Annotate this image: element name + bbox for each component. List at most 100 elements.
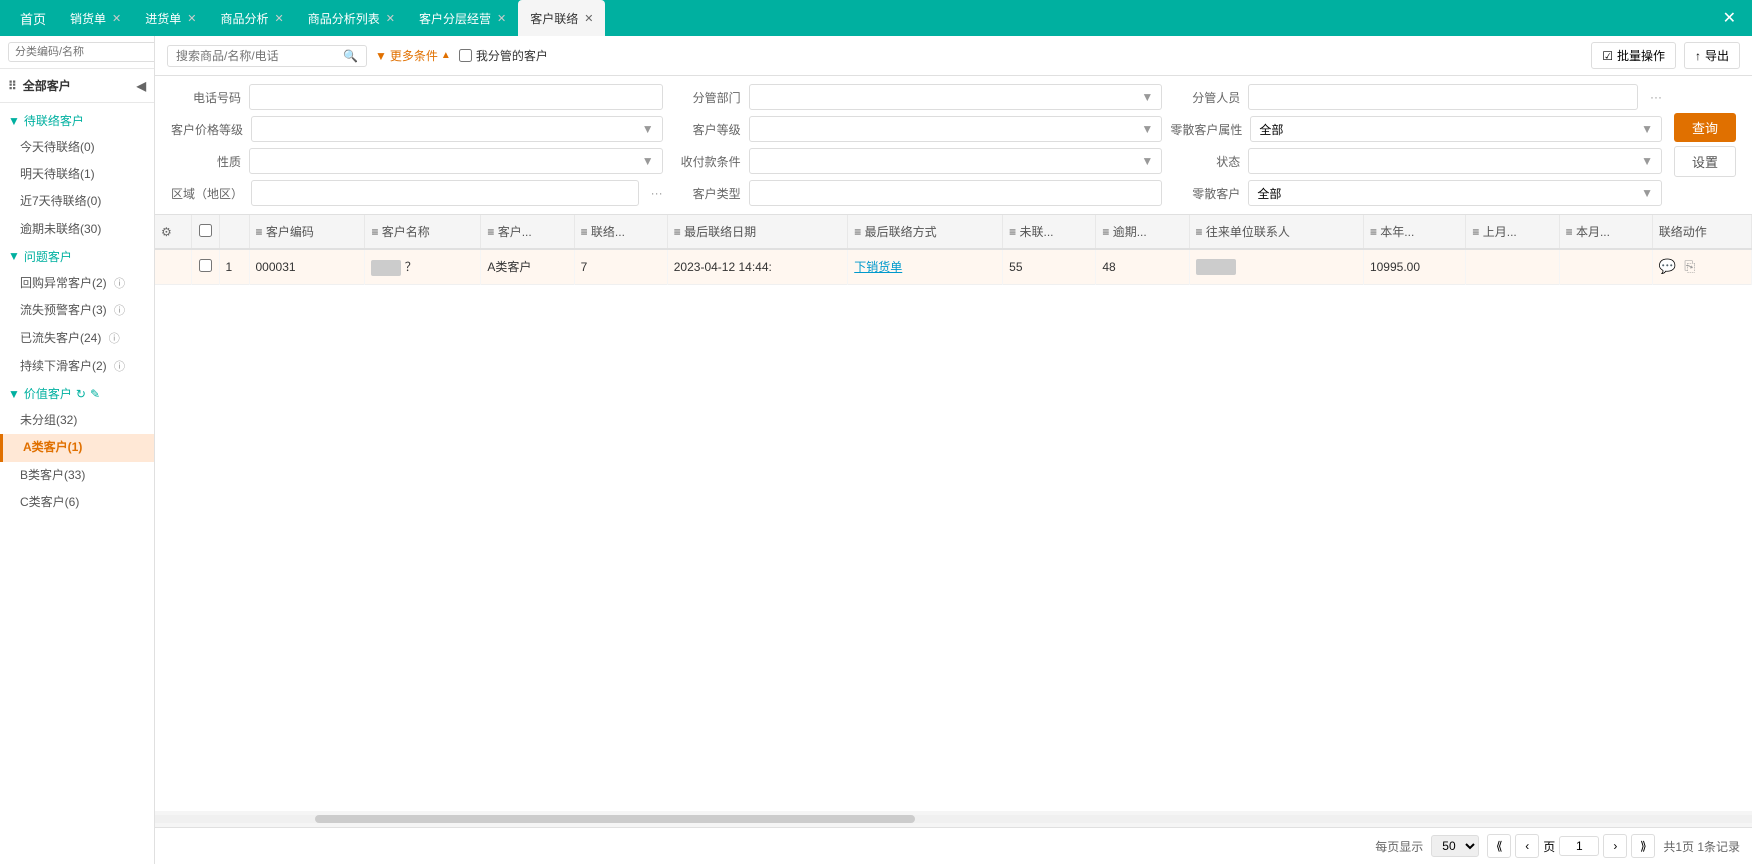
row-settings-cell: [155, 249, 191, 284]
refresh-icon-value[interactable]: ↻: [76, 387, 86, 401]
sidebar-item-repurchase-abnormal[interactable]: 回购异常客户(2) ⓘ: [0, 270, 154, 298]
close-tab-0[interactable]: ✕: [112, 12, 121, 25]
row-action-cell: 💬 ⎘: [1652, 249, 1751, 284]
search-icon[interactable]: 🔍: [343, 49, 358, 63]
sidebar-item-7days[interactable]: 近7天待联络(0): [0, 188, 154, 215]
export-button[interactable]: ↑ 导出: [1684, 42, 1740, 69]
sidebar-group-value[interactable]: ▼ 价值客户 ↻ ✎: [0, 380, 154, 407]
table-settings-icon[interactable]: ⚙: [161, 225, 172, 239]
filter-col-customer-type: 客户类型: [671, 180, 1163, 206]
sidebar-item-churn-warning[interactable]: 流失预警客户(3) ⓘ: [0, 297, 154, 325]
status-select[interactable]: ▼: [1248, 148, 1662, 174]
advanced-filter: 电话号码 分管部门 ▼ 分管人员: [155, 76, 1752, 215]
close-tab-4[interactable]: ✕: [497, 12, 506, 25]
per-page-select[interactable]: 50: [1431, 835, 1479, 857]
close-tab-5[interactable]: ✕: [584, 12, 593, 25]
payment-select[interactable]: ▼: [749, 148, 1163, 174]
filter-col-status: 状态 ▼: [1170, 148, 1662, 174]
row-name-extra: ？: [405, 260, 417, 274]
sidebar-item-tomorrow[interactable]: 明天待联络(1): [0, 161, 154, 188]
share-icon[interactable]: ⎘: [1684, 258, 1695, 275]
select-all-checkbox[interactable]: [199, 224, 212, 237]
nav-home[interactable]: 首页: [8, 0, 58, 36]
horizontal-scrollbar-thumb[interactable]: [315, 815, 915, 823]
sidebar-item-a-class[interactable]: A类客户(1): [0, 434, 154, 461]
sidebar-search-input[interactable]: [8, 42, 155, 62]
retail-arrow-icon: ▼: [1641, 186, 1653, 200]
customer-type-input[interactable]: [749, 180, 1163, 206]
current-page-input[interactable]: [1559, 836, 1599, 856]
edit-icon-value[interactable]: ✎: [90, 387, 100, 401]
row-checkbox[interactable]: [199, 259, 212, 272]
price-level-select[interactable]: ▼: [251, 116, 663, 142]
dept-select[interactable]: ▼: [749, 84, 1163, 110]
retail-select[interactable]: 全部 ▼: [1248, 180, 1662, 206]
my-customers-filter: 我分管的客户: [459, 47, 548, 64]
all-customers-label: 全部客户: [23, 77, 71, 94]
batch-ops-button[interactable]: ☑ 批量操作: [1591, 42, 1676, 69]
filter-bar: 🔍 ▼ 更多条件 ▲ 我分管的客户 ☑ 批量操作 ↑ 导出: [155, 36, 1752, 76]
prev-page-btn[interactable]: ‹: [1515, 834, 1539, 858]
person-input[interactable]: [1248, 84, 1638, 110]
filter-row-2: 客户价格等级 ▼ 客户等级 ▼: [171, 116, 1662, 142]
row-category-cell: A类客户: [481, 249, 574, 284]
row-index-cell: 1: [219, 249, 249, 284]
sidebar-divider-1: [0, 102, 154, 103]
sidebar-group-pending[interactable]: ▼ 待联络客户: [0, 107, 154, 134]
phone-input[interactable]: [249, 84, 663, 110]
last-method-link[interactable]: 下销货单: [854, 260, 902, 274]
retail-attr-select[interactable]: 全部 ▼: [1250, 116, 1662, 142]
close-window-icon[interactable]: ✕: [1715, 8, 1744, 28]
nav-tab-salesperson[interactable]: 销货单 ✕: [58, 0, 133, 36]
region-input[interactable]: [251, 180, 639, 206]
sidebar-item-c-class[interactable]: C类客户(6): [0, 489, 154, 516]
sidebar-item-unclassified[interactable]: 未分组(32): [0, 407, 154, 434]
customer-level-select[interactable]: ▼: [749, 116, 1163, 142]
sidebar-group-problem[interactable]: ▼ 问题客户: [0, 243, 154, 270]
nav-tab-customer-contact[interactable]: 客户联络 ✕: [518, 0, 605, 36]
table-area: ⚙ ≡ 客户编码 ≡ 客户名称 ≡ 客户...: [155, 215, 1752, 811]
sidebar-item-overdue[interactable]: 逾期未联络(30): [0, 216, 154, 243]
filter-icon: ▼: [375, 49, 387, 63]
sidebar-item-today[interactable]: 今天待联络(0): [0, 134, 154, 161]
sidebar-collapse-icon[interactable]: ◀: [137, 79, 146, 93]
nature-select[interactable]: ▼: [249, 148, 663, 174]
first-page-btn[interactable]: ⟪: [1487, 834, 1511, 858]
chat-icon[interactable]: 💬: [1659, 258, 1676, 275]
group-arrow-value: ▼: [8, 387, 20, 401]
next-page-btn[interactable]: ›: [1603, 834, 1627, 858]
close-tab-1[interactable]: ✕: [187, 12, 196, 25]
nav-tab-purchase[interactable]: 进货单 ✕: [133, 0, 208, 36]
region-label: 区域（地区）: [171, 185, 243, 202]
person-dots-icon[interactable]: ···: [1650, 90, 1662, 104]
row-name-cell: ？: [365, 249, 481, 284]
row-not-contacted-cell: 55: [1003, 249, 1096, 284]
nav-tab-analysis-list[interactable]: 商品分析列表 ✕: [296, 0, 407, 36]
close-tab-2[interactable]: ✕: [275, 12, 284, 25]
region-dots-icon[interactable]: ···: [651, 186, 663, 200]
more-filters-btn[interactable]: ▼ 更多条件 ▲: [375, 47, 451, 64]
filter-col-price-level: 客户价格等级 ▼: [171, 116, 663, 142]
last-page-btn[interactable]: ⟫: [1631, 834, 1655, 858]
category-col-header: ≡ 客户...: [481, 215, 574, 249]
person-label: 分管人员: [1170, 89, 1240, 106]
dept-label: 分管部门: [671, 89, 741, 106]
customer-level-label: 客户等级: [671, 121, 741, 138]
sidebar-item-declining[interactable]: 持续下滑客户(2) ⓘ: [0, 353, 154, 381]
nav-tab-analysis[interactable]: 商品分析 ✕: [208, 0, 295, 36]
last-method-col-header: ≡ 最后联络方式: [848, 215, 1003, 249]
check-icon: ☑: [1602, 49, 1613, 63]
query-button[interactable]: 查询: [1674, 113, 1736, 142]
sidebar-item-b-class[interactable]: B类客户(33): [0, 462, 154, 489]
nav-tab-customer-mgmt[interactable]: 客户分层经营 ✕: [407, 0, 518, 36]
my-customers-checkbox[interactable]: [459, 49, 472, 62]
settings-button[interactable]: 设置: [1674, 146, 1736, 177]
action-col-header: 联络动作: [1652, 215, 1751, 249]
close-tab-3[interactable]: ✕: [386, 12, 395, 25]
retail-label: 零散客户: [1170, 185, 1240, 202]
sidebar-item-churned[interactable]: 已流失客户(24) ⓘ: [0, 325, 154, 353]
contact-col-header: ≡ 联络...: [574, 215, 667, 249]
sidebar-search-container: 🔍: [0, 36, 154, 69]
dept-arrow-icon: ▼: [1141, 90, 1153, 104]
search-input[interactable]: [176, 49, 343, 63]
